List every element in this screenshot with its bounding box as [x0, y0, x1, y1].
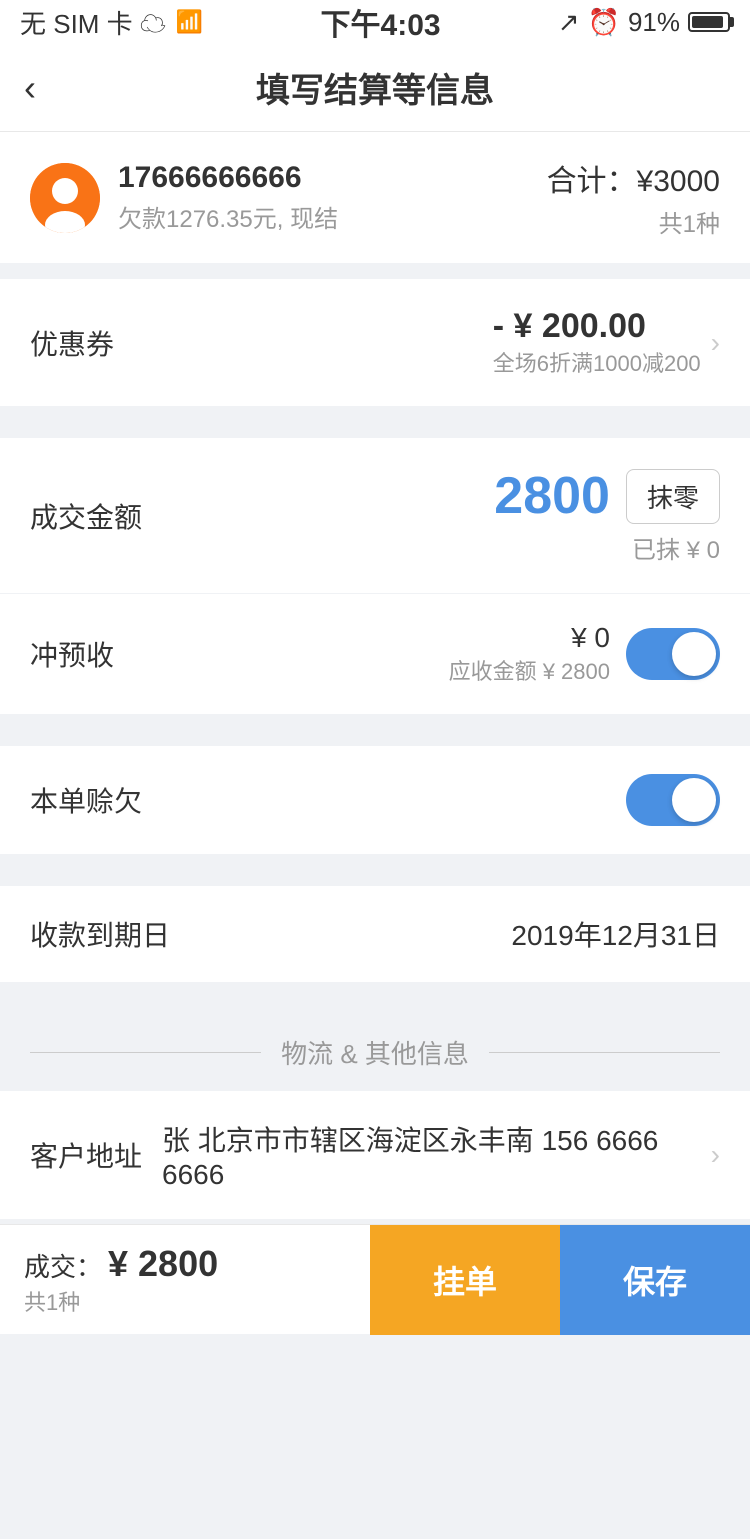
pending-button[interactable]: 挂单: [370, 1225, 560, 1335]
duedate-value: 2019年12月31日: [511, 914, 720, 954]
nav-bar: ‹ 填写结算等信息: [0, 44, 750, 132]
chevron-right-icon: ›: [711, 327, 720, 359]
location-icon: ↗: [558, 7, 580, 38]
battery-percent: 91%: [628, 7, 680, 38]
duedate-row: 收款到期日 2019年12月31日: [0, 886, 750, 982]
logistics-label: 物流 & 其他信息: [281, 1034, 469, 1071]
section-gap-4: [0, 998, 750, 1014]
amount-sub-text: 已抹 ¥ 0: [494, 530, 720, 565]
user-details: 17666666666 欠款1276.35元, 现结: [118, 161, 338, 234]
coupon-row[interactable]: 优惠券 - ¥ 200.00 全场6折满1000减200 ›: [0, 279, 750, 406]
prepayment-value-col: ¥ 0 应收金额 ¥ 2800: [449, 622, 610, 686]
prepayment-row: 冲预收 ¥ 0 应收金额 ¥ 2800: [0, 594, 750, 714]
debt-toggle-knob: [672, 778, 716, 822]
user-sub-text: 欠款1276.35元, 现结: [118, 199, 338, 234]
bottom-amount-value: ¥ 2800: [108, 1243, 218, 1285]
prepayment-sub: 应收金额 ¥ 2800: [449, 654, 610, 686]
bottom-count: 共1种: [24, 1285, 346, 1317]
user-card: 17666666666 欠款1276.35元, 现结 合计：¥3000 共1种: [0, 132, 750, 263]
address-value: 张 北京市市辖区海淀区永丰南 156 6666 6666: [162, 1119, 711, 1191]
status-left: 无 SIM 卡 ☁ 📶: [20, 4, 203, 41]
transaction-amount-row: 成交金额 2800 抹零 已抹 ¥ 0: [0, 438, 750, 594]
coupon-discount: - ¥ 200.00: [493, 307, 701, 346]
transaction-amount-value: 2800: [494, 466, 610, 526]
bottom-bar: 成交： ¥ 2800 共1种 挂单 保存: [0, 1224, 750, 1334]
bottom-info: 成交： ¥ 2800 共1种: [0, 1225, 370, 1334]
divider-line-right: [489, 1052, 720, 1053]
debt-row: 本单赊欠: [0, 746, 750, 854]
round-button[interactable]: 抹零: [626, 469, 720, 524]
debt-toggle[interactable]: [626, 774, 720, 826]
divider-line-left: [30, 1052, 261, 1053]
total-count: 共1种: [547, 204, 720, 239]
sim-status: 无 SIM 卡 ☁: [20, 4, 166, 41]
prepayment-amount: ¥ 0: [449, 622, 610, 654]
transaction-amount-right: 2800 抹零 已抹 ¥ 0: [494, 466, 720, 565]
section-gap-1: [0, 422, 750, 438]
duedate-label: 收款到期日: [30, 914, 170, 954]
status-time: 下午4:03: [321, 0, 441, 44]
form-section-duedate: 收款到期日 2019年12月31日: [0, 886, 750, 982]
coupon-sub: 全场6折满1000减200: [493, 346, 701, 378]
wifi-icon: 📶: [176, 9, 203, 35]
user-phone: 17666666666: [118, 161, 338, 195]
battery-icon: [688, 12, 730, 32]
transaction-amount-label: 成交金额: [30, 496, 142, 536]
coupon-value: - ¥ 200.00 全场6折满1000减200: [493, 307, 701, 378]
section-gap-2: [0, 730, 750, 746]
prepayment-label: 冲预收: [30, 634, 114, 674]
save-button[interactable]: 保存: [560, 1225, 750, 1335]
toggle-knob: [672, 632, 716, 676]
back-button[interactable]: ‹: [24, 67, 36, 109]
amount-with-btn: 2800 抹零: [494, 466, 720, 526]
page-title: 填写结算等信息: [256, 63, 494, 112]
status-right: ↗ ⏰ 91%: [558, 7, 730, 38]
prepayment-toggle[interactable]: [626, 628, 720, 680]
total-amount: 合计：¥3000: [547, 156, 720, 200]
form-section-debt: 本单赊欠: [0, 746, 750, 854]
coupon-right: - ¥ 200.00 全场6折满1000减200 ›: [493, 307, 720, 378]
debt-label: 本单赊欠: [30, 780, 142, 820]
status-bar: 无 SIM 卡 ☁ 📶 下午4:03 ↗ ⏰ 91%: [0, 0, 750, 44]
coupon-label: 优惠券: [30, 323, 114, 363]
user-total: 合计：¥3000 共1种: [547, 156, 720, 239]
address-chevron-icon: ›: [711, 1139, 720, 1171]
section-gap-3: [0, 870, 750, 886]
avatar: [30, 163, 100, 233]
address-label: 客户地址: [30, 1135, 142, 1175]
form-section-amount: 成交金额 2800 抹零 已抹 ¥ 0 冲预收 ¥ 0 应收金额 ¥ 2800: [0, 438, 750, 714]
user-info-left: 17666666666 欠款1276.35元, 现结: [30, 161, 338, 234]
alarm-icon: ⏰: [588, 7, 620, 38]
bottom-amount-row: 成交： ¥ 2800: [24, 1243, 346, 1285]
address-row[interactable]: 客户地址 张 北京市市辖区海淀区永丰南 156 6666 6666 ›: [0, 1091, 750, 1219]
logistics-divider: 物流 & 其他信息: [0, 1014, 750, 1091]
prepayment-right: ¥ 0 应收金额 ¥ 2800: [449, 622, 720, 686]
bottom-prefix-label: 成交：: [24, 1247, 102, 1284]
